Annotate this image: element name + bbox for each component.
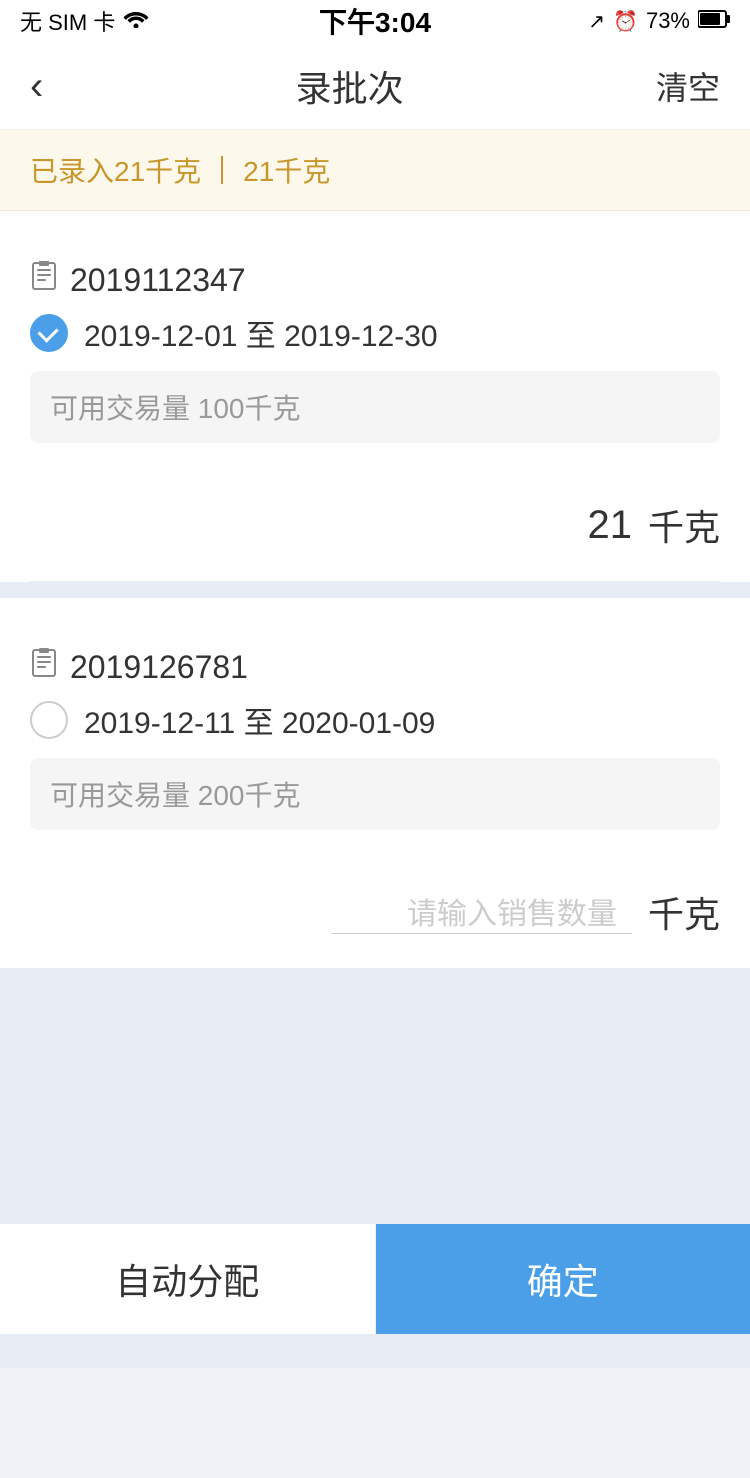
status-bar-time: 下午3:04 <box>319 1 431 41</box>
batch-1-card: 2019112347 2019-12-01 至 2019-12-30 可用交易量… <box>0 211 750 582</box>
batch-1-header: 2019112347 <box>30 261 720 299</box>
confirm-button[interactable]: 确定 <box>376 1224 750 1334</box>
batch-2-item: 2019126781 2019-12-11 至 2020-01-09 可用交易量… <box>30 628 720 866</box>
batch-2-available: 可用交易量 200千克 <box>30 758 720 830</box>
batch-2-qty-input[interactable] <box>332 891 632 934</box>
carrier-text: 无 SIM 卡 <box>20 5 115 37</box>
location-icon: ↗ <box>588 9 605 34</box>
batch-1-id-icon <box>30 261 60 299</box>
alarm-icon: ⏰ <box>613 9 638 34</box>
recorded-label: 已录入21千克 <box>30 150 201 190</box>
status-bar-right: ↗ ⏰ 73% <box>588 8 730 34</box>
batch-2-date-row: 2019-12-11 至 2020-01-09 <box>30 698 720 742</box>
batch-2-radio[interactable] <box>30 701 68 739</box>
page-title: 录批次 <box>296 60 404 112</box>
batch-2-qty-unit: 千克 <box>648 886 720 938</box>
batch-1-radio[interactable] <box>30 314 68 352</box>
status-bar: 无 SIM 卡 下午3:04 ↗ ⏰ 73% <box>0 0 750 42</box>
bottom-spacer <box>0 1368 750 1478</box>
info-divider <box>221 156 223 184</box>
batch-1-available: 可用交易量 100千克 <box>30 371 720 443</box>
back-button[interactable]: ‹ <box>30 66 43 106</box>
separator-1 <box>0 582 750 598</box>
status-bar-left: 无 SIM 卡 <box>20 5 149 37</box>
batch-2-id: 2019126781 <box>70 649 248 686</box>
clear-button[interactable]: 清空 <box>656 63 720 109</box>
batch-1-qty-row: 21 千克 <box>30 479 720 582</box>
batch-2-card: 2019126781 2019-12-11 至 2020-01-09 可用交易量… <box>0 598 750 968</box>
batch-1-date: 2019-12-01 至 2019-12-30 <box>84 311 438 355</box>
nav-bar: ‹ 录批次 清空 <box>0 42 750 130</box>
batch-2-header: 2019126781 <box>30 648 720 686</box>
batch-2-date: 2019-12-11 至 2020-01-09 <box>84 698 435 742</box>
battery-text: 73% <box>646 8 690 34</box>
batch-2-input-row: 千克 <box>30 866 720 968</box>
batch-1-id: 2019112347 <box>70 262 246 299</box>
bottom-bar: 自动分配 确定 <box>0 1224 750 1334</box>
battery-icon <box>698 8 730 34</box>
recorded-value: 21千克 <box>243 150 330 190</box>
batch-1-qty-unit: 千克 <box>648 499 720 551</box>
batch-1-item: 2019112347 2019-12-01 至 2019-12-30 可用交易量… <box>30 241 720 479</box>
batch-1-date-row: 2019-12-01 至 2019-12-30 <box>30 311 720 355</box>
wifi-icon <box>123 8 149 34</box>
batch-2-id-icon <box>30 648 60 686</box>
info-bar: 已录入21千克 21千克 <box>0 130 750 211</box>
auto-distribute-button[interactable]: 自动分配 <box>0 1224 376 1334</box>
batch-1-qty-value: 21 <box>587 503 632 548</box>
